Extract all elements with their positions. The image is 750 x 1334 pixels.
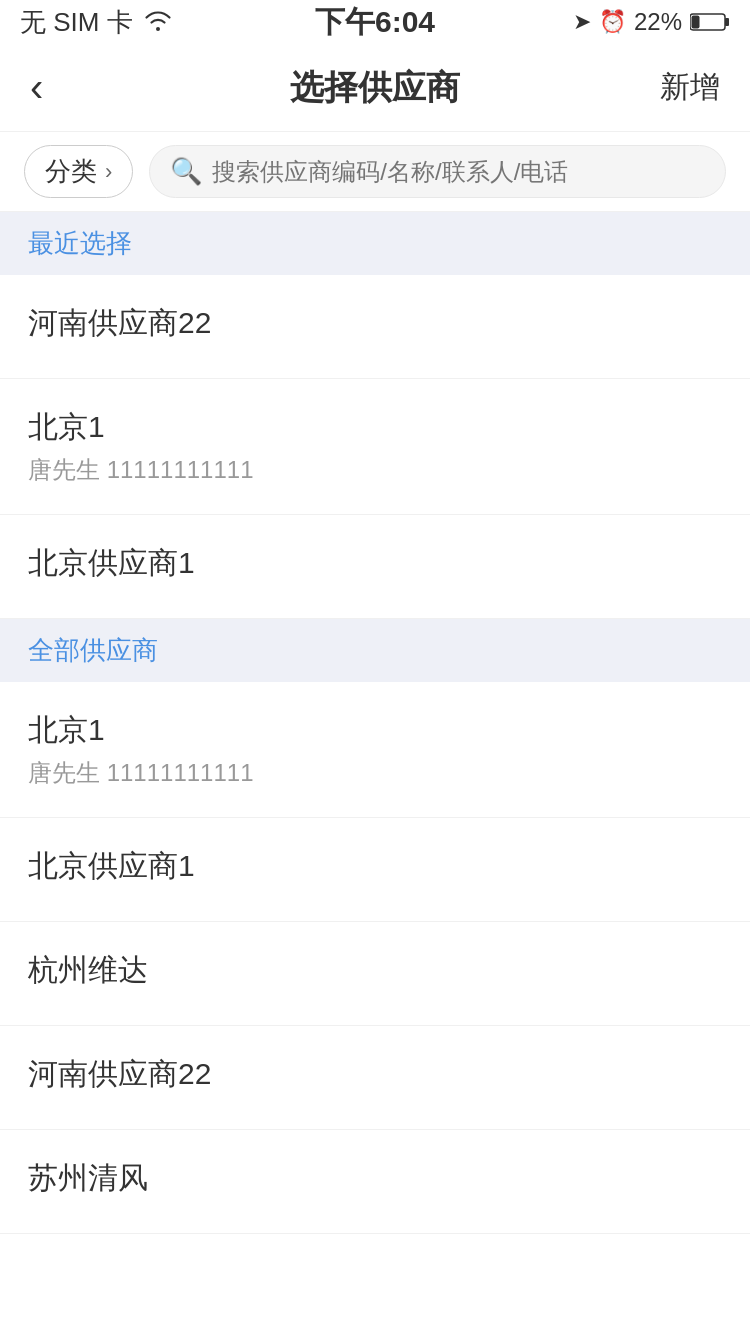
svg-rect-2 bbox=[692, 16, 700, 29]
supplier-name: 北京供应商1 bbox=[28, 846, 722, 887]
supplier-name: 杭州维达 bbox=[28, 950, 722, 991]
supplier-contact: 唐先生 11111111111 bbox=[28, 757, 722, 789]
list-item[interactable]: 北京1 唐先生 11111111111 bbox=[0, 379, 750, 515]
search-icon: 🔍 bbox=[170, 156, 202, 187]
supplier-name: 苏州清风 bbox=[28, 1158, 722, 1199]
status-bar: 无 SIM 卡 下午6:04 ➤ ⏰ 22% bbox=[0, 0, 750, 44]
chevron-right-icon: › bbox=[105, 159, 112, 185]
list-item[interactable]: 河南供应商22 bbox=[0, 275, 750, 379]
list-item[interactable]: 杭州维达 bbox=[0, 922, 750, 1026]
recent-list: 河南供应商22 北京1 唐先生 11111111111 北京供应商1 bbox=[0, 275, 750, 619]
status-right: ➤ ⏰ 22% bbox=[573, 8, 730, 36]
all-section-header: 全部供应商 bbox=[0, 619, 750, 682]
supplier-name: 北京1 bbox=[28, 710, 722, 751]
all-section-label: 全部供应商 bbox=[28, 635, 158, 665]
battery-label: 22% bbox=[634, 8, 682, 36]
supplier-name: 河南供应商22 bbox=[28, 1054, 722, 1095]
supplier-name: 北京供应商1 bbox=[28, 543, 722, 584]
status-left: 无 SIM 卡 bbox=[20, 5, 173, 40]
wifi-icon bbox=[143, 7, 173, 38]
list-item[interactable]: 北京供应商1 bbox=[0, 818, 750, 922]
filter-bar: 分类 › 🔍 bbox=[0, 132, 750, 212]
page-title: 选择供应商 bbox=[290, 65, 460, 111]
battery-icon bbox=[690, 12, 730, 32]
list-item[interactable]: 河南供应商22 bbox=[0, 1026, 750, 1130]
recent-section-label: 最近选择 bbox=[28, 228, 132, 258]
search-box: 🔍 bbox=[149, 145, 726, 198]
recent-section-header: 最近选择 bbox=[0, 212, 750, 275]
status-time: 下午6:04 bbox=[315, 2, 435, 43]
search-input[interactable] bbox=[212, 158, 705, 186]
nav-bar: ‹ 选择供应商 新增 bbox=[0, 44, 750, 132]
category-label: 分类 bbox=[45, 154, 97, 189]
sim-label: 无 SIM 卡 bbox=[20, 5, 133, 40]
add-button[interactable]: 新增 bbox=[660, 67, 720, 108]
alarm-icon: ⏰ bbox=[599, 9, 626, 35]
all-list: 北京1 唐先生 11111111111 北京供应商1 杭州维达 河南供应商22 苏… bbox=[0, 682, 750, 1234]
svg-rect-1 bbox=[725, 18, 729, 26]
category-button[interactable]: 分类 › bbox=[24, 145, 133, 198]
back-button[interactable]: ‹ bbox=[30, 65, 90, 110]
supplier-name: 北京1 bbox=[28, 407, 722, 448]
location-icon: ➤ bbox=[573, 9, 591, 35]
list-item[interactable]: 北京1 唐先生 11111111111 bbox=[0, 682, 750, 818]
supplier-name: 河南供应商22 bbox=[28, 303, 722, 344]
list-item[interactable]: 北京供应商1 bbox=[0, 515, 750, 619]
supplier-contact: 唐先生 11111111111 bbox=[28, 454, 722, 486]
list-item[interactable]: 苏州清风 bbox=[0, 1130, 750, 1234]
